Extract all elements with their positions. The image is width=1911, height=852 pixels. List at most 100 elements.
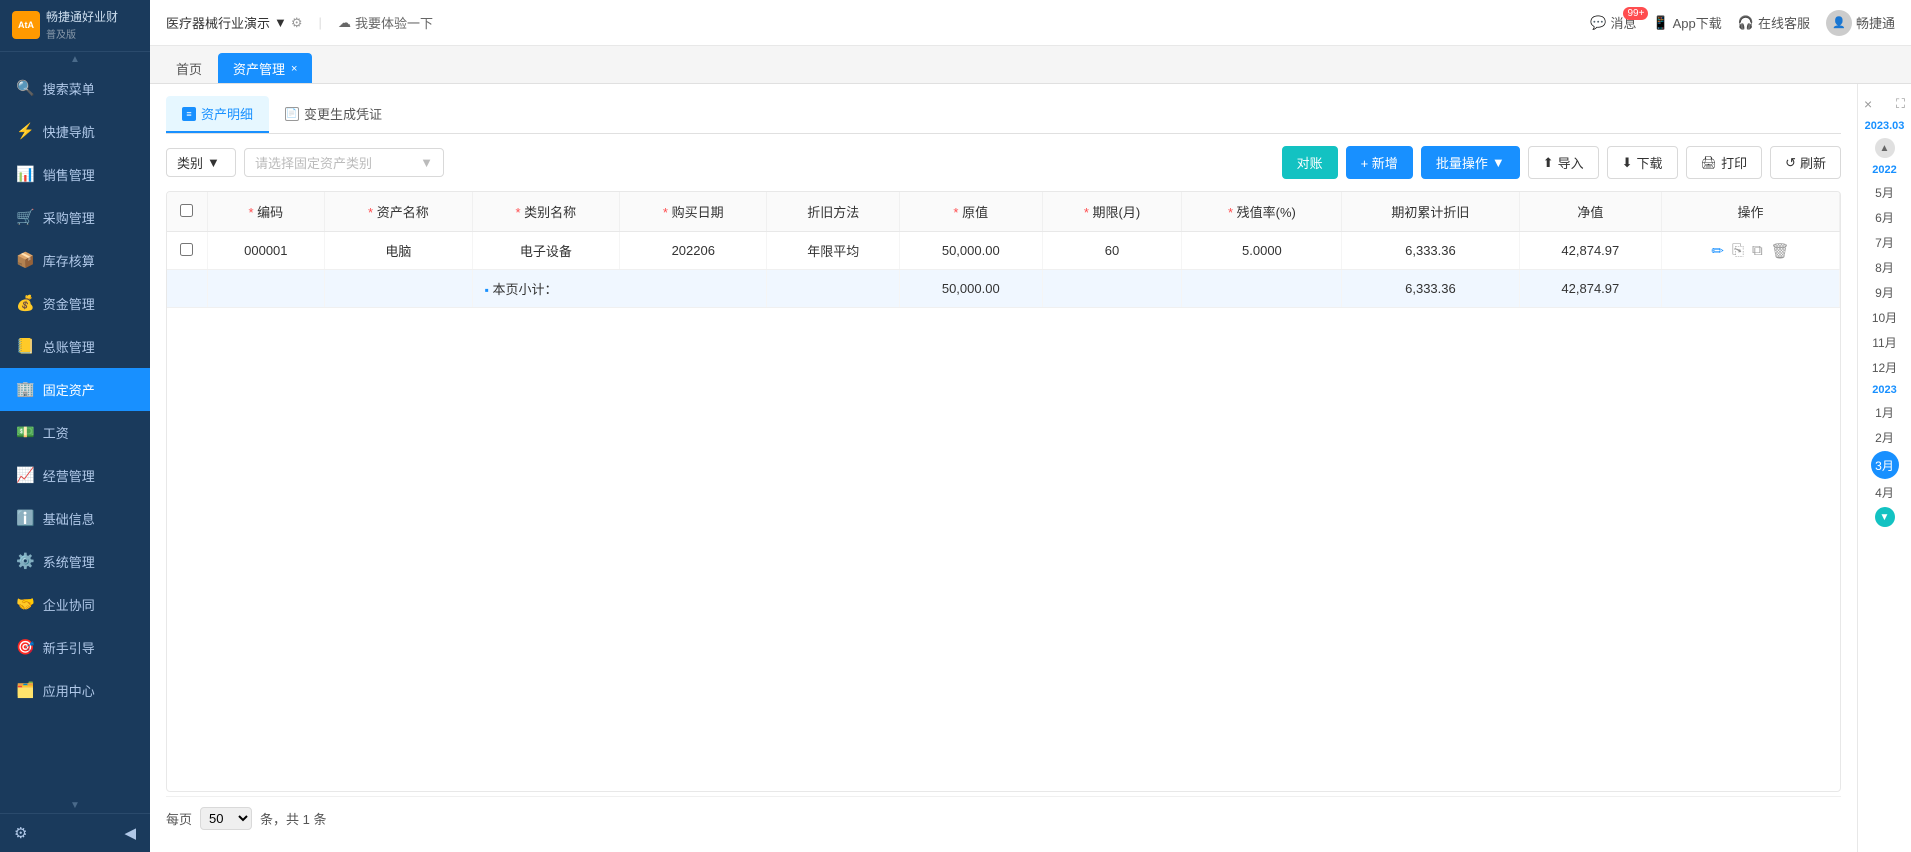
- row-initial-accumulated: 6,333.36: [1342, 232, 1519, 270]
- logo-icon: AtA: [12, 11, 40, 39]
- sidebar-item-quick-nav[interactable]: ⚡ 快捷导航: [0, 110, 150, 153]
- subtotal-empty-6: [1042, 270, 1182, 308]
- share-icon[interactable]: ⧉: [1752, 242, 1763, 259]
- rp-month-10[interactable]: 10月: [1862, 305, 1907, 330]
- message-button[interactable]: 💬 消息 99+: [1590, 13, 1636, 32]
- app-download-button[interactable]: 📱 App下载: [1652, 13, 1721, 32]
- new-button[interactable]: + 新增: [1346, 146, 1413, 179]
- sidebar-item-system[interactable]: ⚙️ 系统管理: [0, 540, 150, 583]
- edit-icon[interactable]: ✏: [1711, 242, 1724, 260]
- content: ≡ 资产明细 📄 变更生成凭证 类别 ▼ 请选择固定资产类别 ▼: [150, 84, 1911, 852]
- row-period: 60: [1042, 232, 1182, 270]
- rp-header: × ⛶: [1858, 92, 1911, 116]
- rp-month-11[interactable]: 11月: [1862, 330, 1907, 355]
- cloud-icon: ☁: [338, 15, 351, 31]
- row-original-value: 50,000.00: [900, 232, 1043, 270]
- rp-month-7[interactable]: 7月: [1862, 230, 1907, 255]
- toolbar-right: 对账 + 新增 批量操作 ▼ ⬆ 导入 ⬇ 下载: [1282, 146, 1841, 179]
- sidebar-item-inventory[interactable]: 📦 库存核算: [0, 239, 150, 282]
- subtotal-row: ▪ 本页小计： 50,000.00 6,333.36 42,874.97: [167, 270, 1840, 308]
- rp-month-12[interactable]: 12月: [1862, 355, 1907, 380]
- asset-detail-icon: ≡: [182, 107, 196, 121]
- sidebar-item-appstore[interactable]: 🗂️ 应用中心: [0, 669, 150, 712]
- delete-icon[interactable]: 🗑: [1771, 242, 1790, 260]
- select-all-checkbox[interactable]: [180, 204, 193, 217]
- sidebar-item-fixed-assets[interactable]: 🏢 固定资产: [0, 368, 150, 411]
- main: 医疗器械行业演示 ▼ ⚙ | ☁ 我要体验一下 💬 消息 99+ 📱 App下载…: [150, 0, 1911, 852]
- th-name: * 资产名称: [325, 192, 472, 232]
- sidebar-item-guide[interactable]: 🎯 新手引导: [0, 626, 150, 669]
- inventory-icon: 📦: [16, 251, 35, 269]
- row-ops: ✏ ⎘ ⧉ 🗑: [1662, 232, 1840, 270]
- gear-icon[interactable]: ⚙: [291, 15, 303, 31]
- sidebar-item-basic-info[interactable]: ℹ️ 基础信息: [0, 497, 150, 540]
- quick-nav-icon: ⚡: [16, 122, 35, 140]
- online-service-button[interactable]: 🎧 在线客服: [1738, 13, 1810, 32]
- service-icon: 🎧: [1738, 15, 1754, 31]
- topbar-divider: |: [319, 15, 322, 30]
- rp-nav-down[interactable]: ▼: [1875, 507, 1895, 527]
- topbar: 医疗器械行业演示 ▼ ⚙ | ☁ 我要体验一下 💬 消息 99+ 📱 App下载…: [150, 0, 1911, 46]
- rp-month-2023-4[interactable]: 4月: [1862, 480, 1907, 505]
- expand-icon[interactable]: ⛶: [1896, 96, 1905, 112]
- rp-month-2023-2[interactable]: 2月: [1862, 425, 1907, 450]
- row-depreciation-method: 年限平均: [767, 232, 900, 270]
- download-button[interactable]: ⬇ 下载: [1607, 146, 1678, 179]
- year-2023-label: 2023: [1862, 380, 1907, 400]
- rp-month-9[interactable]: 9月: [1862, 280, 1907, 305]
- tab-close-icon[interactable]: ×: [291, 63, 297, 75]
- experience-button[interactable]: ☁ 我要体验一下: [338, 13, 433, 32]
- scroll-down[interactable]: ▼: [0, 798, 150, 813]
- rp-month-2023-1[interactable]: 1月: [1862, 400, 1907, 425]
- sales-icon: 📊: [16, 165, 35, 183]
- message-badge: 99+: [1623, 7, 1648, 20]
- subtotal-empty-2: [207, 270, 325, 308]
- sidebar-item-sales[interactable]: 📊 销售管理: [0, 153, 150, 196]
- filter-value-chevron: ▼: [420, 155, 433, 170]
- row-residual-rate: 5.0000: [1182, 232, 1342, 270]
- tab-home[interactable]: 首页: [162, 53, 216, 83]
- print-button[interactable]: 🖨 打印: [1686, 146, 1763, 179]
- subtotal-empty-1: [167, 270, 207, 308]
- sidebar-item-payroll[interactable]: 💵 工资: [0, 411, 150, 454]
- subtotal-original-value: 50,000.00: [900, 270, 1043, 308]
- reconcile-button[interactable]: 对账: [1282, 146, 1338, 179]
- close-icon[interactable]: ×: [1864, 96, 1872, 112]
- collapse-icon[interactable]: ◀: [124, 824, 136, 842]
- th-checkbox: [167, 192, 207, 232]
- rp-month-8[interactable]: 8月: [1862, 255, 1907, 280]
- sidebar-item-operations[interactable]: 📈 经营管理: [0, 454, 150, 497]
- row-checkbox[interactable]: [180, 243, 193, 256]
- rp-month-5[interactable]: 5月: [1862, 180, 1907, 205]
- sub-tab-change-voucher[interactable]: 📄 变更生成凭证: [269, 96, 398, 133]
- collab-icon: 🤝: [16, 595, 35, 613]
- rp-month-6[interactable]: 6月: [1862, 205, 1907, 230]
- year-2022-label: 2022: [1862, 160, 1907, 180]
- rp-year-display: 2023.03: [1858, 116, 1911, 136]
- rp-nav-up[interactable]: ▲: [1875, 138, 1895, 158]
- scroll-up[interactable]: ▲: [0, 52, 150, 67]
- per-page-select[interactable]: 50 10 20 100: [200, 807, 252, 830]
- table-wrap: * 编码 * 资产名称 * 类别名称 * 购买日期 折旧方法 * 原值 * 期限…: [166, 191, 1841, 792]
- copy-icon[interactable]: ⎘: [1732, 242, 1744, 259]
- company-name: 医疗器械行业演示: [166, 13, 270, 32]
- category-select[interactable]: 类别 ▼: [166, 148, 236, 177]
- batch-ops-button[interactable]: 批量操作 ▼: [1421, 146, 1520, 179]
- sidebar-item-search[interactable]: 🔍 搜索菜单: [0, 67, 150, 110]
- sub-tab-asset-detail[interactable]: ≡ 资产明细: [166, 96, 269, 133]
- sidebar-item-fund[interactable]: 💰 资金管理: [0, 282, 150, 325]
- settings-icon[interactable]: ⚙: [14, 824, 27, 842]
- sidebar-item-ledger[interactable]: 📒 总账管理: [0, 325, 150, 368]
- sidebar-item-purchase[interactable]: 🛒 采购管理: [0, 196, 150, 239]
- import-button[interactable]: ⬆ 导入: [1528, 146, 1599, 179]
- refresh-button[interactable]: ↺ 刷新: [1770, 146, 1841, 179]
- sidebar-scroll: 🔍 搜索菜单 ⚡ 快捷导航 📊 销售管理 🛒 采购管理 📦 库存核算 💰: [0, 67, 150, 798]
- tab-asset-mgmt[interactable]: 资产管理 ×: [218, 53, 312, 83]
- company-selector[interactable]: 医疗器械行业演示 ▼ ⚙: [166, 13, 303, 32]
- per-page-label: 每页: [166, 809, 192, 828]
- rp-month-2023-3[interactable]: 3月: [1871, 451, 1899, 479]
- row-code: 000001: [207, 232, 325, 270]
- sidebar-item-collab[interactable]: 🤝 企业协同: [0, 583, 150, 626]
- category-value-select[interactable]: 请选择固定资产类别 ▼: [244, 148, 444, 177]
- user-menu[interactable]: 👤 畅捷通: [1826, 10, 1895, 36]
